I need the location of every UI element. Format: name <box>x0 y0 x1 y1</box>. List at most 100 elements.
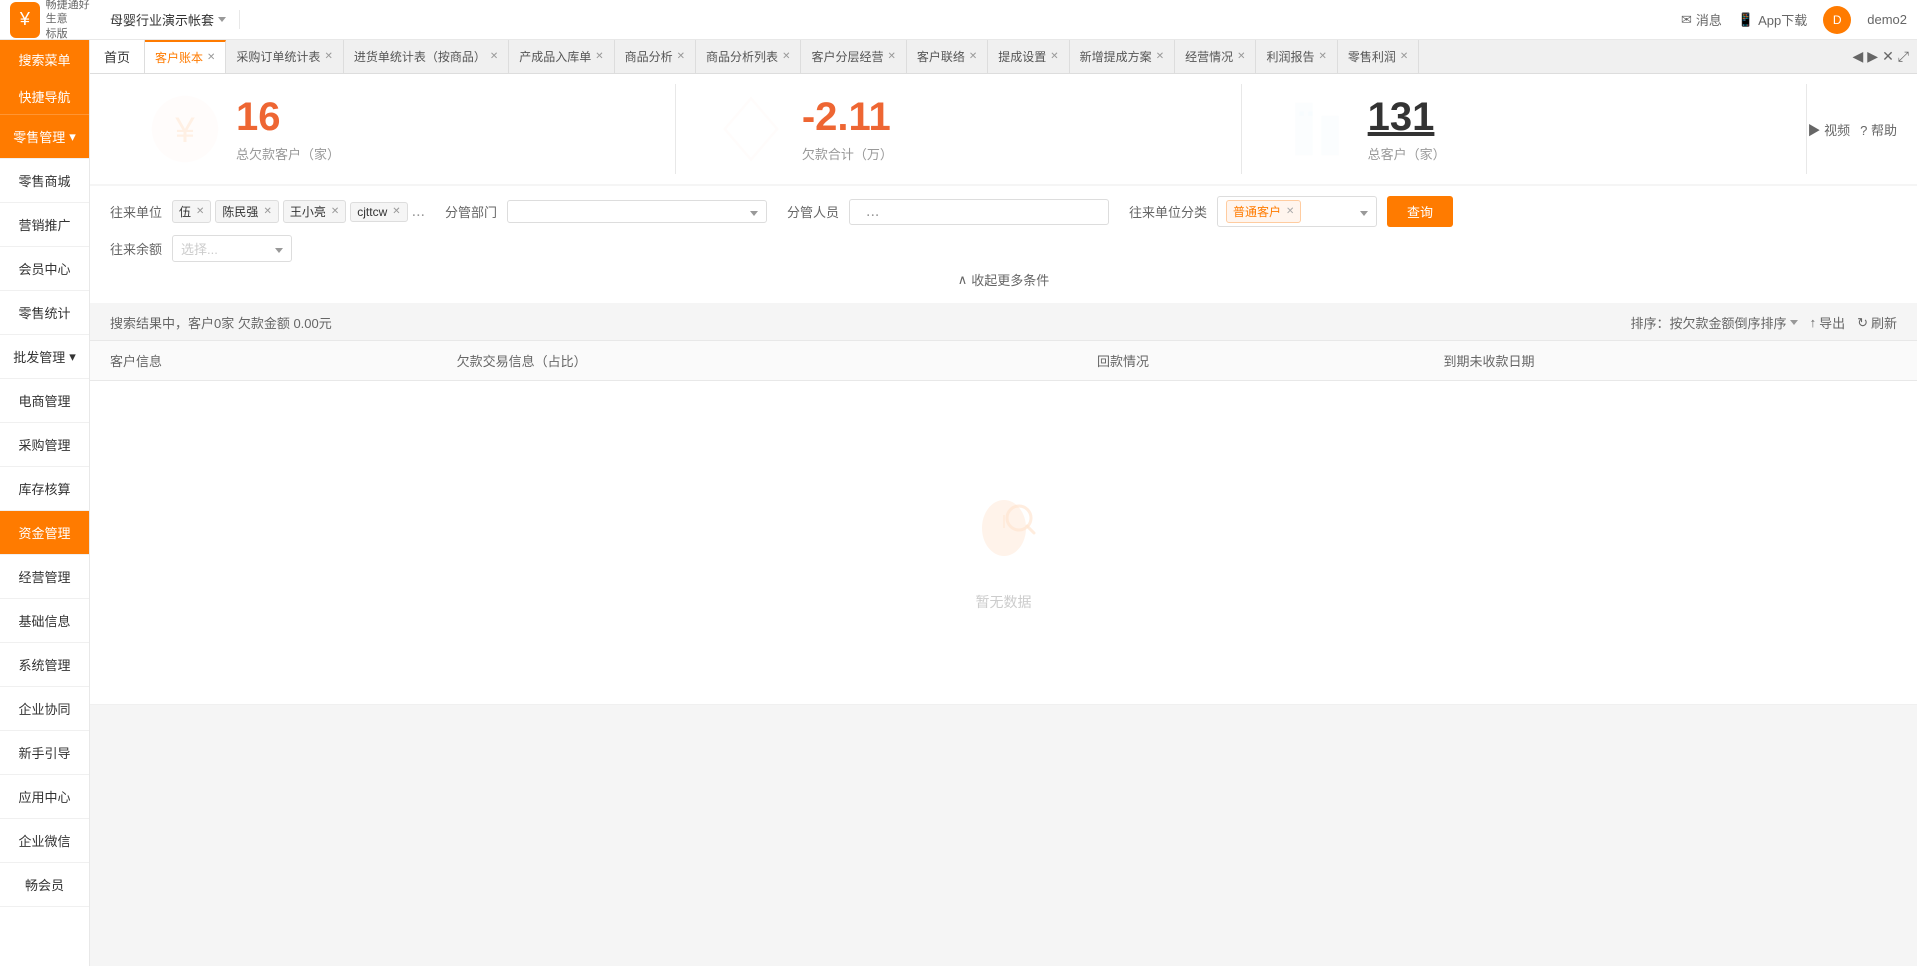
tab-goods-stats[interactable]: 进货单统计表（按商品） ✕ <box>344 40 509 74</box>
video-icon: ▶ <box>1807 123 1820 138</box>
tab-retail-profit[interactable]: 零售利润 ✕ <box>1338 40 1419 74</box>
tab-product-analysis[interactable]: 商品分析 ✕ <box>615 40 696 74</box>
sidebar-item-membership-plus[interactable]: 畅会员 <box>0 863 89 907</box>
sidebar-item-enterprise-wechat[interactable]: 企业微信 <box>0 819 89 863</box>
sort-selector[interactable]: 排序：按欠款金额倒序排序 <box>1631 313 1798 332</box>
stat-value-total-customers[interactable]: 131 <box>1368 95 1446 140</box>
sidebar-item-basic-info[interactable]: 基础信息 <box>0 599 89 643</box>
help-icon: ? <box>1860 123 1867 138</box>
content-area: 首页 客户账本 ✕ 采购订单统计表 ✕ 进货单统计表（按商品） ✕ 产成品入库单… <box>90 40 1917 966</box>
tab-commission-settings[interactable]: 提成设置 ✕ <box>988 40 1069 74</box>
user-avatar[interactable]: D <box>1823 6 1851 34</box>
tab-customer-contact[interactable]: 客户联络 ✕ <box>907 40 988 74</box>
sidebar-item-collab[interactable]: 企业协同 <box>0 687 89 731</box>
collapse-button[interactable]: ∧ 收起更多条件 <box>110 270 1897 289</box>
sidebar-item-operations[interactable]: 经营管理 <box>0 555 89 599</box>
tab-close-icon[interactable]: ✕ <box>207 52 215 63</box>
logo-icon: ¥ <box>10 2 40 38</box>
chevron-down-icon: ▾ <box>69 349 76 365</box>
query-button[interactable]: 查询 <box>1387 196 1453 227</box>
sidebar-item-ecom[interactable]: 电商管理 <box>0 379 89 423</box>
tab-product-instock[interactable]: 产成品入库单 ✕ <box>509 40 614 74</box>
dept-select[interactable] <box>507 200 767 223</box>
tab-prev-icon[interactable]: ◀ <box>1853 48 1864 65</box>
tab-home[interactable]: 首页 <box>90 40 145 74</box>
video-link[interactable]: ▶ 视频 <box>1807 120 1850 139</box>
sidebar-item-membership[interactable]: 会员中心 <box>0 247 89 291</box>
app-download-button[interactable]: 📱 App下载 <box>1738 10 1807 29</box>
remove-wu-tag[interactable]: ✕ <box>196 206 204 217</box>
chevron-down-icon <box>1790 320 1798 325</box>
stat-label-total-customers: 总客户（家） <box>1368 144 1446 163</box>
tab-close-icon[interactable]: ✕ <box>1319 51 1327 62</box>
page-content: ¥ 16 总欠款客户（家） -2.11 <box>90 74 1917 966</box>
refresh-button[interactable]: ↻ 刷新 <box>1857 313 1897 332</box>
unit-label: 往来单位 <box>110 202 162 221</box>
tab-close-icon[interactable]: ✕ <box>1050 51 1058 62</box>
stat-value-debt-customers: 16 <box>236 95 340 140</box>
tab-close-icon[interactable]: ✕ <box>324 51 332 62</box>
yuan-bg-icon: ¥ <box>150 94 220 164</box>
sidebar-item-marketing[interactable]: 营销推广 <box>0 203 89 247</box>
sidebar-item-retail-stats[interactable]: 零售统计 <box>0 291 89 335</box>
tab-profit-report[interactable]: 利润报告 ✕ <box>1256 40 1337 74</box>
export-button[interactable]: ↑ 导出 <box>1810 313 1846 332</box>
tab-customer-ledger[interactable]: 客户账本 ✕ <box>145 40 226 74</box>
sidebar-item-apps[interactable]: 应用中心 <box>0 775 89 819</box>
tab-close-all-icon[interactable]: ✕ <box>1882 48 1894 65</box>
sidebar-item-newbie[interactable]: 新手引导 <box>0 731 89 775</box>
filter-more-tags[interactable]: ... <box>412 203 425 221</box>
sidebar-item-purchase[interactable]: 采购管理 <box>0 423 89 467</box>
industry-selector[interactable]: 母婴行业演示帐套 <box>100 10 240 29</box>
sidebar-item-retail-mgmt[interactable]: 零售管理 ▾ <box>0 115 89 159</box>
empty-icon <box>954 473 1054 592</box>
balance-select[interactable]: 选择... <box>172 235 292 262</box>
tab-purchase-order-stats[interactable]: 采购订单统计表 ✕ <box>226 40 343 74</box>
remove-category-tag[interactable]: ✕ <box>1286 206 1294 217</box>
tab-close-icon[interactable]: ✕ <box>969 51 977 62</box>
tab-close-icon[interactable]: ✕ <box>490 51 498 62</box>
tab-close-icon[interactable]: ✕ <box>782 51 790 62</box>
tab-expand-icon[interactable]: ⤢ <box>1898 48 1909 65</box>
sidebar-quick-nav[interactable]: 快捷导航 <box>0 79 89 115</box>
results-bar: 搜索结果中，客户0家 欠款金额 0.00元 排序：按欠款金额倒序排序 ↑ 导出 … <box>90 305 1917 341</box>
chevron-up-icon: ∧ <box>958 272 968 288</box>
filter-tags: 伍 ✕ 陈民强 ✕ 王小亮 ✕ <box>172 200 425 223</box>
tab-close-icon[interactable]: ✕ <box>1237 51 1245 62</box>
messages-button[interactable]: ✉ 消息 <box>1681 10 1722 29</box>
tab-close-icon[interactable]: ✕ <box>595 51 603 62</box>
logo: ¥ 畅捷通好生意 标版 <box>10 0 100 41</box>
category-label: 往来单位分类 <box>1129 202 1207 221</box>
tab-close-icon[interactable]: ✕ <box>887 51 895 62</box>
tab-customer-tier[interactable]: 客户分层经营 ✕ <box>801 40 906 74</box>
tab-product-analysis-list[interactable]: 商品分析列表 ✕ <box>696 40 801 74</box>
tab-next-icon[interactable]: ▶ <box>1867 48 1878 65</box>
sidebar-search[interactable]: 搜索菜单 <box>0 40 89 79</box>
tab-bar: 首页 客户账本 ✕ 采购订单统计表 ✕ 进货单统计表（按商品） ✕ 产成品入库单… <box>90 40 1917 74</box>
export-icon: ↑ <box>1810 315 1817 330</box>
results-actions: 排序：按欠款金额倒序排序 ↑ 导出 ↻ 刷新 <box>1631 313 1897 332</box>
col-customer-info: 客户信息 <box>90 341 437 381</box>
tab-add-commission[interactable]: 新增提成方案 ✕ <box>1070 40 1175 74</box>
filter-tag-wu: 伍 ✕ <box>172 200 211 223</box>
tab-close-icon[interactable]: ✕ <box>677 51 685 62</box>
person-select[interactable]: ... <box>849 199 1109 225</box>
tab-close-icon[interactable]: ✕ <box>1400 51 1408 62</box>
sidebar-item-system[interactable]: 系统管理 <box>0 643 89 687</box>
tab-business-overview[interactable]: 经营情况 ✕ <box>1175 40 1256 74</box>
dots-icon[interactable]: ... <box>862 203 883 221</box>
sidebar-item-finance[interactable]: 资金管理 <box>0 511 89 555</box>
help-link[interactable]: ? 帮助 <box>1860 120 1897 139</box>
stat-label-debt-customers: 总欠款客户（家） <box>236 144 340 163</box>
remove-cjttcw-tag[interactable]: ✕ <box>392 206 400 217</box>
filter-tag-chen: 陈民强 ✕ <box>215 200 278 223</box>
remove-chen-tag[interactable]: ✕ <box>263 206 271 217</box>
sidebar-item-inventory[interactable]: 库存核算 <box>0 467 89 511</box>
tab-close-icon[interactable]: ✕ <box>1156 51 1164 62</box>
filter-row-2: 往来余额 选择... <box>110 235 1897 262</box>
sidebar-item-wholesale[interactable]: 批发管理 ▾ <box>0 335 89 379</box>
category-select[interactable]: 普通客户 ✕ <box>1217 196 1377 227</box>
sidebar-item-retail-mall[interactable]: 零售商城 <box>0 159 89 203</box>
data-table: 客户信息 欠款交易信息（占比） 回款情况 到期未收款日期 <box>90 341 1917 705</box>
remove-wang-tag[interactable]: ✕ <box>331 206 339 217</box>
